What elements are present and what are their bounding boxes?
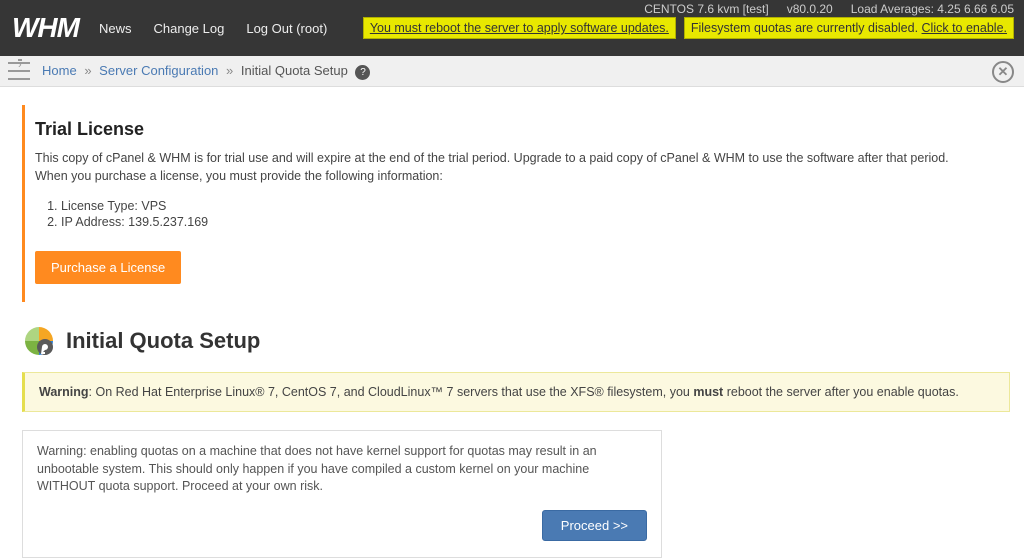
purchase-license-button[interactable]: Purchase a License [35,251,181,284]
menu-toggle-icon[interactable]: › [8,62,30,80]
breadcrumb: Home » Server Configuration » Initial Qu… [42,63,370,80]
reboot-alert[interactable]: You must reboot the server to apply soft… [363,17,676,39]
page-title-row: Initial Quota Setup [22,324,1010,358]
logo-text: WHM [12,12,79,44]
license-info-list: License Type: VPS IP Address: 139.5.237.… [61,199,1000,229]
alert-bar: You must reboot the server to apply soft… [363,17,1014,39]
quota-alert[interactable]: Filesystem quotas are currently disabled… [684,17,1014,39]
quota-icon [22,324,56,358]
nav-news[interactable]: News [99,21,132,36]
license-type: License Type: VPS [61,199,1000,213]
kernel-warning-box: Warning: enabling quotas on a machine th… [22,430,662,558]
crumb-sep: » [84,63,91,78]
crumb-sep: » [226,63,233,78]
os-label: CENTOS 7.6 kvm [test] [644,2,768,16]
license-body: This copy of cPanel & WHM is for trial u… [35,150,1000,185]
help-icon[interactable]: ? [355,65,370,80]
main-content: Trial License This copy of cPanel & WHM … [0,105,1024,558]
breadcrumb-row: › Home » Server Configuration » Initial … [0,56,1024,87]
nav-changelog[interactable]: Change Log [154,21,225,36]
xfs-warning: Warning: On Red Hat Enterprise Linux® 7,… [22,372,1010,412]
server-status-bar: CENTOS 7.6 kvm [test] v80.0.20 Load Aver… [644,2,1014,16]
trial-license-panel: Trial License This copy of cPanel & WHM … [22,105,1010,302]
license-title: Trial License [35,119,1000,140]
kernel-warning-text: Warning: enabling quotas on a machine th… [37,443,647,496]
crumb-home[interactable]: Home [42,63,77,78]
proceed-button[interactable]: Proceed >> [542,510,647,541]
crumb-section[interactable]: Server Configuration [99,63,218,78]
warning-label: Warning [39,385,89,399]
nav-links: News Change Log Log Out (root) [99,21,327,36]
crumb-current: Initial Quota Setup [241,63,348,78]
close-icon[interactable]: ✕ [992,61,1014,83]
version-label: v80.0.20 [787,2,833,16]
logo[interactable]: WHM [10,12,91,44]
nav-logout[interactable]: Log Out (root) [246,21,327,36]
license-ip: IP Address: 139.5.237.169 [61,215,1000,229]
load-averages: Load Averages: 4.25 6.66 6.05 [851,2,1014,16]
page-title: Initial Quota Setup [66,328,260,354]
